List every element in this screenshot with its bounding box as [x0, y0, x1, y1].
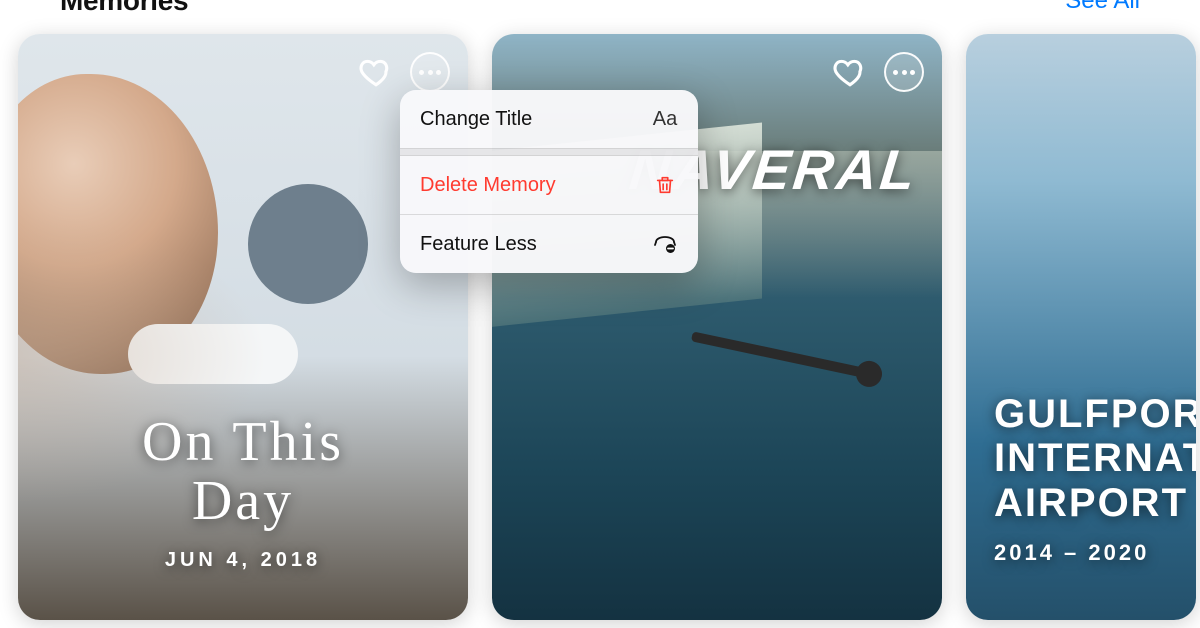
menu-item-label: Delete Memory — [420, 174, 556, 197]
memory-title: On This Day JUN 4, 2018 — [18, 413, 468, 572]
text-style-icon: Aa — [652, 106, 678, 132]
menu-separator — [400, 148, 698, 156]
photo-placeholder — [691, 332, 869, 379]
memory-context-menu: Change Title Aa Delete Memory Feature Le… — [400, 90, 698, 273]
memory-title: GULFPORT INTERNAT AIRPORT 2014 – 2020 — [994, 392, 1196, 566]
card-actions — [356, 52, 450, 92]
memory-date: JUN 4, 2018 — [18, 549, 468, 572]
more-options-icon[interactable] — [410, 52, 450, 92]
menu-item-feature-less[interactable]: Feature Less — [400, 215, 698, 273]
menu-item-change-title[interactable]: Change Title Aa — [400, 90, 698, 148]
card-actions — [830, 52, 924, 92]
title-line: On This — [18, 413, 468, 472]
section-title: Memories — [60, 0, 188, 17]
photo-placeholder — [18, 74, 218, 374]
title-line: Day — [18, 472, 468, 531]
more-options-icon[interactable] — [884, 52, 924, 92]
title-line: AIRPORT — [994, 481, 1196, 526]
photo-placeholder — [128, 324, 298, 384]
menu-item-label: Feature Less — [420, 233, 537, 256]
trash-icon — [652, 172, 678, 198]
memory-card[interactable]: GULFPORT INTERNAT AIRPORT 2014 – 2020 — [966, 34, 1196, 620]
menu-item-delete-memory[interactable]: Delete Memory — [400, 156, 698, 214]
see-all-link[interactable]: See All — [1065, 0, 1140, 15]
memory-date: 2014 – 2020 — [994, 540, 1196, 566]
title-line: INTERNAT — [994, 436, 1196, 481]
menu-item-label: Change Title — [420, 108, 532, 131]
favorite-icon[interactable] — [356, 52, 396, 92]
memories-header: Memories See All — [60, 0, 1140, 16]
feature-less-icon — [652, 231, 678, 257]
photo-placeholder — [248, 184, 368, 304]
title-line: GULFPORT — [994, 392, 1196, 437]
favorite-icon[interactable] — [830, 52, 870, 92]
